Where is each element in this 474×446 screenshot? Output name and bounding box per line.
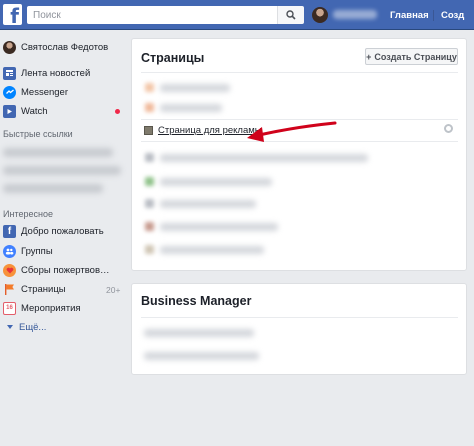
page-row-ads[interactable]: Страница для рекламы bbox=[144, 123, 262, 137]
notification-dot bbox=[115, 109, 120, 114]
pages-count-badge: 20+ bbox=[106, 285, 121, 295]
blurred-business-row[interactable] bbox=[144, 329, 254, 337]
blurred-shortcut[interactable] bbox=[3, 148, 113, 157]
sidebar-item-label: Watch bbox=[21, 105, 48, 117]
blurred-page-row[interactable] bbox=[160, 104, 222, 112]
profile-name-blurred[interactable] bbox=[333, 10, 377, 19]
messenger-icon bbox=[3, 85, 16, 99]
sidebar-user-name: Святослав Федотов bbox=[21, 41, 109, 53]
blurred-page-thumb bbox=[145, 245, 154, 254]
sidebar-item-label: Страницы bbox=[21, 283, 66, 295]
nav-create-link[interactable]: Созд bbox=[441, 10, 464, 21]
sidebar-item-label: Добро пожаловать bbox=[21, 225, 104, 237]
blurred-page-thumb bbox=[145, 103, 154, 112]
card-divider bbox=[141, 317, 458, 318]
sidebar-item-messenger[interactable]: Messenger bbox=[3, 84, 68, 100]
shortcuts-heading: Быстрые ссылки bbox=[3, 129, 73, 139]
sidebar-profile[interactable]: Святослав Федотов bbox=[3, 39, 108, 55]
news-feed-icon bbox=[3, 66, 16, 80]
red-arrow-annotation bbox=[247, 121, 337, 142]
facebook-logo-icon[interactable]: f bbox=[3, 4, 22, 25]
nav-home-link[interactable]: Главная bbox=[390, 10, 429, 21]
create-page-button[interactable]: + Создать Страницу bbox=[365, 48, 458, 65]
sidebar-item-groups[interactable]: Группы bbox=[3, 243, 53, 259]
sidebar-item-label: Лента новостей bbox=[21, 67, 91, 79]
search-button[interactable] bbox=[277, 6, 304, 24]
blurred-page-thumb bbox=[145, 222, 154, 231]
blurred-page-thumb bbox=[145, 83, 154, 92]
business-manager-card: Business Manager bbox=[131, 283, 467, 375]
facebook-icon: f bbox=[3, 224, 16, 238]
profile-avatar[interactable] bbox=[312, 7, 328, 23]
nav-divider bbox=[433, 10, 434, 21]
pages-card-title: Страницы bbox=[141, 51, 205, 65]
blurred-business-row[interactable] bbox=[144, 352, 259, 360]
sidebar-item-label: Messenger bbox=[21, 86, 68, 98]
sidebar-more-label: Ещё... bbox=[19, 321, 47, 333]
sidebar-item-watch[interactable]: Watch bbox=[3, 103, 48, 119]
blurred-page-thumb bbox=[145, 177, 154, 186]
blurred-page-row[interactable] bbox=[160, 200, 256, 208]
create-page-label: Создать Страницу bbox=[374, 51, 457, 62]
sidebar-item-news-feed[interactable]: Лента новостей bbox=[3, 65, 90, 81]
blurred-page-row[interactable] bbox=[160, 223, 278, 231]
blurred-shortcut[interactable] bbox=[3, 166, 121, 175]
page-thumbnail bbox=[144, 125, 153, 135]
search-icon bbox=[286, 10, 296, 20]
blurred-page-row[interactable] bbox=[160, 178, 272, 186]
sidebar-more-link[interactable]: Ещё... bbox=[3, 319, 46, 335]
groups-icon bbox=[3, 244, 16, 258]
sidebar-item-welcome[interactable]: f Добро пожаловать bbox=[3, 223, 104, 239]
pages-card: Страницы + Создать Страницу Страница для… bbox=[131, 38, 467, 271]
top-navigation-bar: f Главная Созд bbox=[0, 0, 474, 30]
user-avatar bbox=[3, 40, 16, 54]
sidebar-item-events[interactable]: 16 Мероприятия bbox=[3, 300, 81, 316]
sidebar-item-label: Группы bbox=[21, 245, 53, 257]
blurred-page-thumb bbox=[145, 153, 154, 162]
blurred-page-row[interactable] bbox=[160, 154, 368, 162]
sidebar-item-label: Мероприятия bbox=[21, 302, 81, 314]
pages-flag-icon bbox=[3, 283, 16, 296]
blurred-page-thumb bbox=[145, 199, 154, 208]
watch-icon bbox=[3, 104, 16, 118]
sidebar-item-fundraisers[interactable]: Сборы пожертвов… bbox=[3, 262, 110, 278]
sidebar-item-pages[interactable]: Страницы bbox=[3, 281, 66, 297]
blurred-page-row[interactable] bbox=[160, 84, 230, 92]
gear-icon[interactable] bbox=[444, 124, 453, 133]
sidebar-item-label: Сборы пожертвов… bbox=[21, 264, 110, 276]
blurred-shortcut[interactable] bbox=[3, 184, 103, 193]
explore-heading: Интересное bbox=[3, 209, 53, 219]
business-manager-title: Business Manager bbox=[141, 294, 252, 308]
chevron-down-icon bbox=[7, 325, 13, 329]
card-divider bbox=[141, 72, 458, 73]
fundraiser-icon bbox=[3, 263, 16, 277]
blurred-page-row[interactable] bbox=[160, 246, 264, 254]
plus-icon: + bbox=[366, 51, 372, 62]
events-calendar-icon: 16 bbox=[3, 301, 16, 315]
search-input[interactable] bbox=[27, 6, 277, 24]
